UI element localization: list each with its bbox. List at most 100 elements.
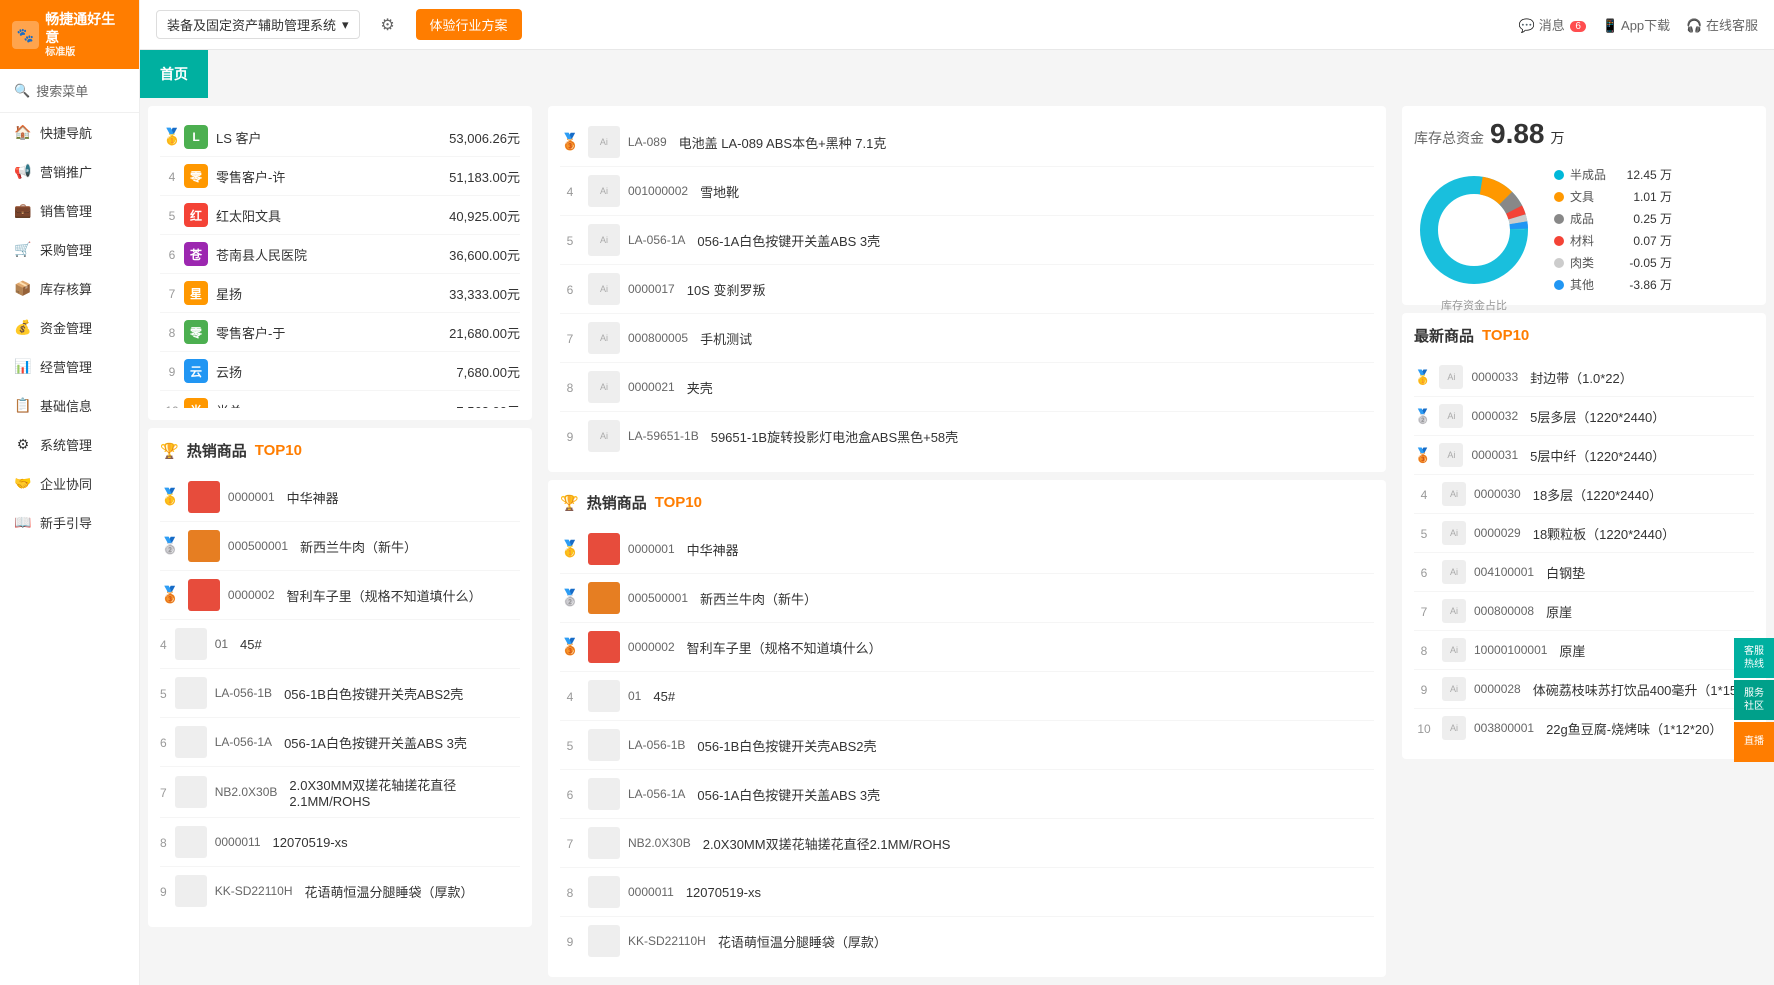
np-code: 0000030 <box>1474 487 1521 501</box>
customer-avatar: 星 <box>184 281 208 305</box>
sidebar-item-operations[interactable]: 📊 经营管理 <box>0 347 139 386</box>
product-code: LA-59651-1B <box>628 429 699 443</box>
sidebar-item-basic-info[interactable]: 📋 基础信息 <box>0 386 139 425</box>
new-product-row[interactable]: 🥈 Ai 0000032 5层多层（1220*2440） <box>1414 397 1754 436</box>
app-download-button[interactable]: 📱 App下载 <box>1602 15 1670 34</box>
hot-product-row[interactable]: 🥉 0000002 智利车子里（规格不知道填什么） <box>160 571 520 620</box>
new-product-row[interactable]: 6 Ai 004100001 白钢垫 <box>1414 553 1754 592</box>
product-name: 10S 变刹罗叛 <box>687 280 1374 299</box>
customer-row[interactable]: 5 红 红太阳文具 40,925.00元 <box>160 196 520 235</box>
sidebar-item-label: 销售管理 <box>40 201 92 220</box>
mid-product-row[interactable]: 9 Ai LA-59651-1B 59651-1B旋转投影灯电池盒ABS黑色+5… <box>560 412 1374 460</box>
hot-product-img <box>588 925 620 957</box>
customer-row[interactable]: 6 苍 苍南县人民医院 36,600.00元 <box>160 235 520 274</box>
hot-product-full-row[interactable]: 5 LA-056-1B 056-1B白色按键开关壳ABS2壳 <box>560 721 1374 770</box>
tab-home[interactable]: 首页 <box>140 50 208 98</box>
search-menu-button[interactable]: 🔍 搜索菜单 <box>10 77 129 104</box>
customer-amount: 7,563.00元 <box>456 401 520 409</box>
hot-label: 热销商品 <box>587 492 647 513</box>
customer-name: LS 客户 <box>216 128 449 147</box>
customer-amount: 51,183.00元 <box>449 167 520 186</box>
legend-dot <box>1554 280 1564 290</box>
message-button[interactable]: 💬 消息 6 <box>1519 15 1586 34</box>
np-rank: 🥉 <box>1414 447 1431 464</box>
mid-product-row[interactable]: 6 Ai 0000017 10S 变刹罗叛 <box>560 265 1374 314</box>
hot-product-row[interactable]: 5 LA-056-1B 056-1B白色按键开关壳ABS2壳 <box>160 669 520 718</box>
new-product-row[interactable]: 🥉 Ai 0000031 5层中纤（1220*2440） <box>1414 436 1754 475</box>
product-thumbnail <box>175 677 207 709</box>
customer-row[interactable]: 🥇 L LS 客户 53,006.26元 <box>160 118 520 157</box>
new-product-row[interactable]: 🥇 Ai 0000033 封边带（1.0*22） <box>1414 358 1754 397</box>
mid-product-row[interactable]: 8 Ai 0000021 夹壳 <box>560 363 1374 412</box>
new-products-list: 🥇 Ai 0000033 封边带（1.0*22） 🥈 Ai 0000032 5层… <box>1414 358 1754 747</box>
sidebar-item-finance[interactable]: 💰 资金管理 <box>0 308 139 347</box>
customer-row[interactable]: 4 零 零售客户-许 51,183.00元 <box>160 157 520 196</box>
donut-container: 库存资金占比 半成品 12.45 万 文具 1.01 万 成品 0.25 万 材… <box>1414 166 1754 293</box>
customer-row[interactable]: 10 肖 肖总 7,563.00元 <box>160 391 520 408</box>
system-select[interactable]: 装备及固定资产辅助管理系统 ▾ <box>156 10 360 39</box>
sidebar-item-label: 基础信息 <box>40 396 92 415</box>
new-products-title: 最新商品 TOP10 <box>1414 325 1754 346</box>
mid-product-row[interactable]: 4 Ai 001000002 雪地靴 <box>560 167 1374 216</box>
customer-amount: 7,680.00元 <box>456 362 520 381</box>
hot-top: TOP10 <box>655 494 702 511</box>
product-img-placeholder: Ai <box>588 371 620 403</box>
product-name: 056-1A白色按键开关盖ABS 3壳 <box>697 231 1374 250</box>
new-product-row[interactable]: 8 Ai 10000100001 原崖 <box>1414 631 1754 670</box>
sidebar-item-sales[interactable]: 💼 销售管理 <box>0 191 139 230</box>
hot-product-row[interactable]: 4 01 45# <box>160 620 520 669</box>
customer-row[interactable]: 8 零 零售客户-于 21,680.00元 <box>160 313 520 352</box>
customer-row[interactable]: 7 星 星扬 33,333.00元 <box>160 274 520 313</box>
hot-product-row[interactable]: 🥈 000500001 新西兰牛肉（新牛） <box>160 522 520 571</box>
hot-product-row[interactable]: 8 0000011 12070519-xs <box>160 818 520 867</box>
hot-product-row[interactable]: 6 LA-056-1A 056-1A白色按键开关盖ABS 3壳 <box>160 718 520 767</box>
hot-product-full-row[interactable]: 🥈 000500001 新西兰牛肉（新牛） <box>560 574 1374 623</box>
online-service-button[interactable]: 🎧 在线客服 <box>1686 15 1758 34</box>
new-product-row[interactable]: 10 Ai 003800001 22g鱼豆腐-烧烤味（1*12*20） <box>1414 709 1754 747</box>
product-name: 056-1A白色按键开关盖ABS 3壳 <box>697 785 1374 804</box>
mid-product-row[interactable]: 7 Ai 000800005 手机测试 <box>560 314 1374 363</box>
sidebar-item-system[interactable]: ⚙ 系统管理 <box>0 425 139 464</box>
np-code: 003800001 <box>1474 721 1534 735</box>
hot-product-row[interactable]: 🥇 0000001 中华神器 <box>160 473 520 522</box>
sidebar-item-label: 采购管理 <box>40 240 92 259</box>
float-cs-community[interactable]: 服务社区 <box>1734 680 1774 720</box>
hot-product-full-row[interactable]: 🥇 0000001 中华神器 <box>560 525 1374 574</box>
mid-product-row[interactable]: 5 Ai LA-056-1A 056-1A白色按键开关盖ABS 3壳 <box>560 216 1374 265</box>
hot-product-row[interactable]: 7 NB2.0X30B 2.0X30MM双搓花轴搓花直径2.1MM/ROHS <box>160 767 520 818</box>
hot-product-full-row[interactable]: 4 01 45# <box>560 672 1374 721</box>
experience-button[interactable]: 体验行业方案 <box>416 9 522 40</box>
sidebar-item-quicknav[interactable]: 🏠 快捷导航 <box>0 113 139 152</box>
customer-avatar: 云 <box>184 359 208 383</box>
hot-product-full-row[interactable]: 🥉 0000002 智利车子里（规格不知道填什么） <box>560 623 1374 672</box>
customer-row[interactable]: 9 云 云扬 7,680.00元 <box>160 352 520 391</box>
sidebar-item-enterprise[interactable]: 🤝 企业协同 <box>0 464 139 503</box>
customer-amount: 40,925.00元 <box>449 206 520 225</box>
sidebar-item-inventory[interactable]: 📦 库存核算 <box>0 269 139 308</box>
float-cs-hotline[interactable]: 客服热线 <box>1734 638 1774 678</box>
settings-button[interactable]: ⚙ <box>372 9 404 41</box>
float-cs-live[interactable]: 直播 <box>1734 722 1774 762</box>
hot-product-full-row[interactable]: 9 KK-SD22110H 花语萌恒温分腿睡袋（厚款） <box>560 917 1374 965</box>
mid-product-row[interactable]: 🥉 Ai LA-089 电池盖 LA-089 ABS本色+黑种 7.1克 <box>560 118 1374 167</box>
sidebar-item-purchase[interactable]: 🛒 采购管理 <box>0 230 139 269</box>
new-product-row[interactable]: 9 Ai 0000028 体碗荔枝味苏打饮品400毫升（1*15） <box>1414 670 1754 709</box>
sidebar-item-label: 企业协同 <box>40 474 92 493</box>
hot-product-full-row[interactable]: 6 LA-056-1A 056-1A白色按键开关盖ABS 3壳 <box>560 770 1374 819</box>
new-product-row[interactable]: 7 Ai 000800008 原崖 <box>1414 592 1754 631</box>
hot-product-full-row[interactable]: 7 NB2.0X30B 2.0X30MM双搓花轴搓花直径2.1MM/ROHS <box>560 819 1374 868</box>
hot-product-img <box>588 582 620 614</box>
product-name: 夹壳 <box>687 378 1374 397</box>
sidebar-item-guide[interactable]: 📖 新手引导 <box>0 503 139 542</box>
hot-product-row[interactable]: 9 KK-SD22110H 花语萌恒温分腿睡袋（厚款） <box>160 867 520 915</box>
new-product-row[interactable]: 4 Ai 0000030 18多层（1220*2440） <box>1414 475 1754 514</box>
product-name: 新西兰牛肉（新牛） <box>300 537 520 556</box>
np-img: Ai <box>1442 560 1466 584</box>
hot-product-full-row[interactable]: 8 0000011 12070519-xs <box>560 868 1374 917</box>
product-rank: 9 <box>560 429 580 444</box>
new-product-row[interactable]: 5 Ai 0000029 18颗粒板（1220*2440） <box>1414 514 1754 553</box>
product-code: 0000001 <box>228 490 275 504</box>
hot-products-label: 热销商品 <box>187 440 247 461</box>
np-img: Ai <box>1439 365 1463 389</box>
sidebar-item-marketing[interactable]: 📢 营销推广 <box>0 152 139 191</box>
